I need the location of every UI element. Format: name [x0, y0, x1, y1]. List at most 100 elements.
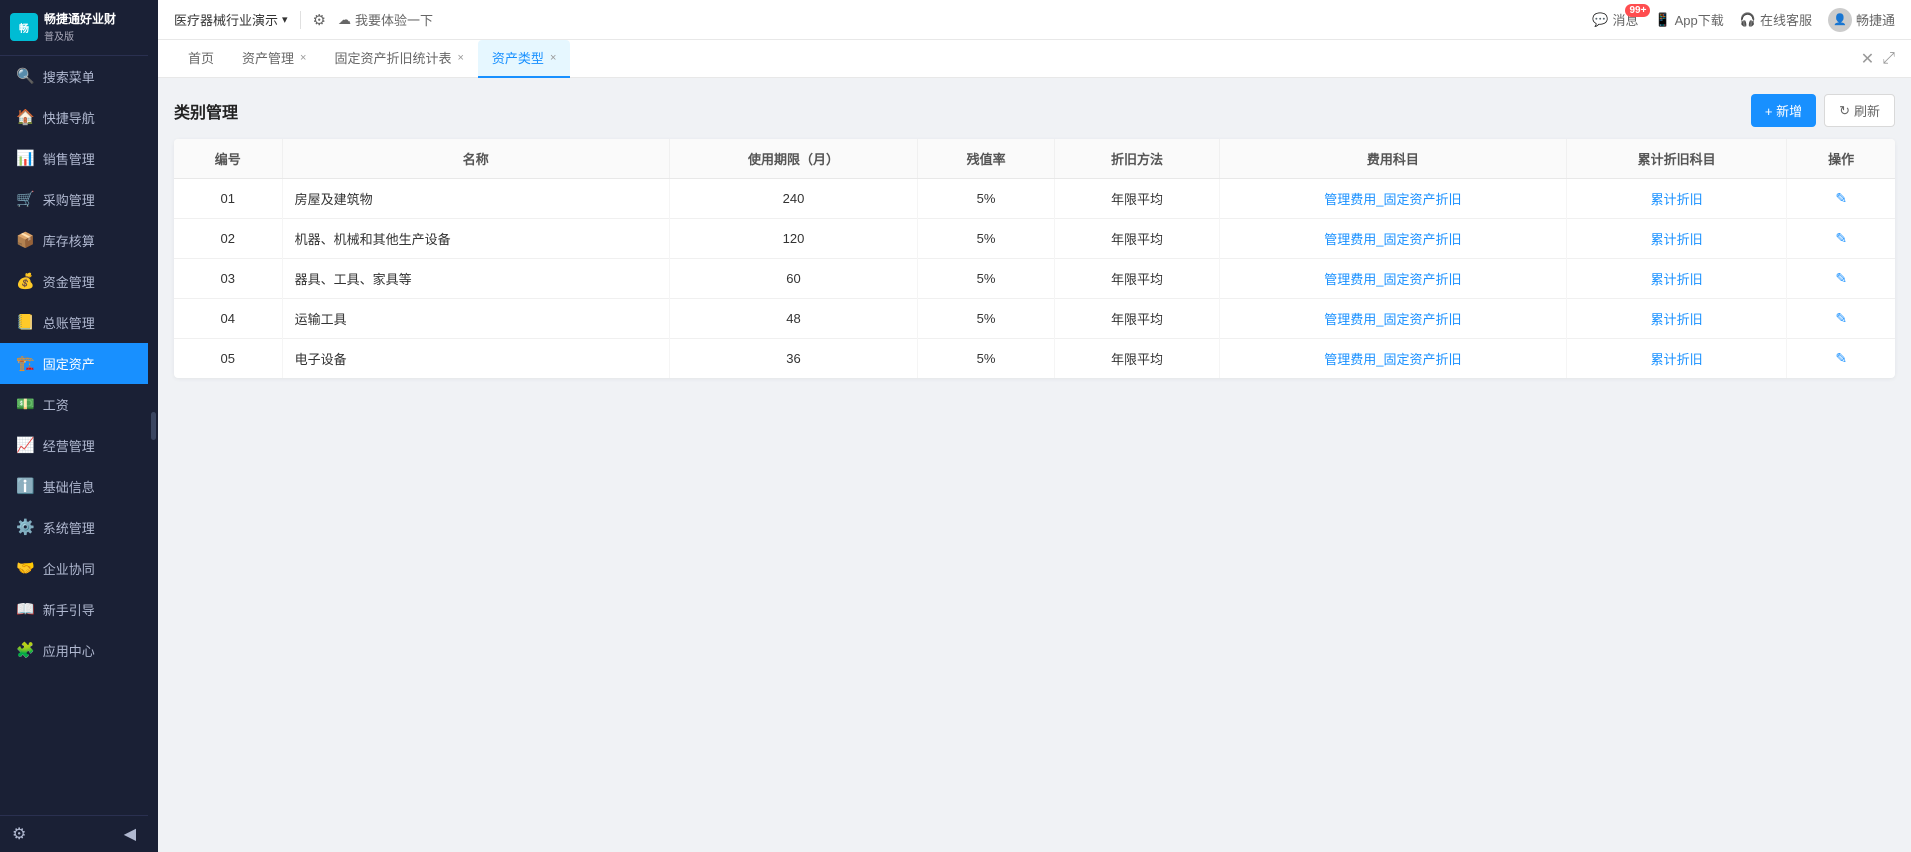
cell-code: 03 [174, 259, 282, 299]
sidebar-item-quick-nav[interactable]: 🏠快捷导航 [0, 97, 148, 138]
collapse-icon[interactable]: ◀ [124, 824, 136, 844]
sidebar-item-payroll[interactable]: 💵工资 [0, 384, 148, 425]
topbar-right: 💬 消息 99+ 📱 App下载 🎧 在线客服 👤 畅捷通 [1592, 8, 1895, 32]
cell-name: 器具、工具、家具等 [282, 259, 669, 299]
cell-action[interactable]: ✎ [1787, 299, 1895, 339]
experience-btn[interactable]: ☁ 我要体验一下 [338, 10, 433, 29]
new-btn[interactable]: + 新增 [1751, 94, 1816, 127]
cell-accumulated[interactable]: 累计折旧 [1566, 339, 1786, 379]
sidebar-item-label: 搜索菜单 [43, 67, 95, 86]
cell-expense[interactable]: 管理费用_固定资产折旧 [1219, 179, 1566, 219]
sidebar: 畅 畅捷通好业财 普及版 🔍搜索菜单🏠快捷导航📊销售管理🛒采购管理📦库存核算💰资… [0, 0, 148, 852]
tab-close-asset-manage[interactable]: × [300, 52, 306, 64]
tab-depreciation-table[interactable]: 固定资产折旧统计表× [320, 40, 477, 78]
company-selector[interactable]: 医疗器械行业演示 ▾ [174, 10, 288, 29]
guide-icon: 📖 [16, 600, 35, 618]
sidebar-item-search[interactable]: 🔍搜索菜单 [0, 56, 148, 97]
avatar: 👤 [1828, 8, 1852, 32]
tab-home[interactable]: 首页 [174, 40, 228, 78]
close-tab-btn[interactable]: ✕ [1861, 49, 1874, 69]
sidebar-item-app-center[interactable]: 🧩应用中心 [0, 630, 148, 671]
cell-method: 年限平均 [1055, 259, 1220, 299]
cell-action[interactable]: ✎ [1787, 339, 1895, 379]
table-header-cell: 费用科目 [1219, 139, 1566, 179]
sidebar-item-purchase[interactable]: 🛒采购管理 [0, 179, 148, 220]
online-service-btn[interactable]: 🎧 在线客服 [1740, 10, 1812, 29]
cell-residual: 5% [918, 339, 1055, 379]
sidebar-logo: 畅 [10, 13, 38, 41]
main-area: 医疗器械行业演示 ▾ ⚙ ☁ 我要体验一下 💬 消息 99+ 📱 App下载 🎧… [158, 0, 1911, 852]
tab-asset-type[interactable]: 资产类型× [478, 40, 570, 78]
user-menu[interactable]: 👤 畅捷通 [1828, 8, 1895, 32]
cell-accumulated[interactable]: 累计折旧 [1566, 219, 1786, 259]
cell-accumulated[interactable]: 累计折旧 [1566, 299, 1786, 339]
sidebar-item-enterprise[interactable]: 🤝企业协同 [0, 548, 148, 589]
sidebar-item-basic-info[interactable]: ℹ️基础信息 [0, 466, 148, 507]
cell-expense[interactable]: 管理费用_固定资产折旧 [1219, 299, 1566, 339]
cell-accumulated[interactable]: 累计折旧 [1566, 179, 1786, 219]
system-icon: ⚙️ [16, 518, 35, 536]
refresh-btn[interactable]: ↻ 刷新 [1824, 94, 1895, 127]
cell-name: 运输工具 [282, 299, 669, 339]
app-download-btn[interactable]: 📱 App下载 [1654, 10, 1723, 29]
table-wrap: 编号名称使用期限（月）残值率折旧方法费用科目累计折旧科目操作 01 房屋及建筑物… [174, 139, 1895, 378]
sidebar-item-fixed-assets[interactable]: 🏗️固定资产 [0, 343, 148, 384]
table-header-cell: 名称 [282, 139, 669, 179]
sidebar-item-label: 经营管理 [43, 436, 95, 455]
tab-asset-manage[interactable]: 资产管理 × [228, 40, 320, 78]
sidebar-item-operations[interactable]: 📈 经营管理 [0, 425, 148, 466]
cell-name: 电子设备 [282, 339, 669, 379]
basic-info-icon: ℹ️ [16, 477, 35, 495]
maximize-tab-btn[interactable]: ⤢ [1882, 50, 1895, 68]
settings-icon[interactable]: ⚙ [12, 824, 26, 844]
sidebar-item-label: 固定资产 [43, 354, 95, 373]
sidebar-item-capital[interactable]: 💰资金管理 [0, 261, 148, 302]
cell-accumulated[interactable]: 累计折旧 [1566, 259, 1786, 299]
cell-period: 48 [669, 299, 917, 339]
table-header-cell: 累计折旧科目 [1566, 139, 1786, 179]
cloud-icon: ☁ [338, 12, 351, 28]
tab-label: 首页 [188, 48, 214, 67]
page-header: 类别管理 + 新增 ↻ 刷新 [174, 94, 1895, 127]
sidebar-subtitle: 普及版 [44, 28, 116, 43]
cell-residual: 5% [918, 299, 1055, 339]
cell-period: 120 [669, 219, 917, 259]
operations-icon: 📈 [16, 436, 35, 454]
sidebar-header: 畅 畅捷通好业财 普及版 [0, 0, 148, 56]
table-header-cell: 折旧方法 [1055, 139, 1220, 179]
inventory-icon: 📦 [16, 231, 35, 249]
main-content: 类别管理 + 新增 ↻ 刷新 编号名称使用期限（月）残值率折旧方法费用科目累计折… [158, 78, 1911, 852]
table-row: 02 机器、机械和其他生产设备 120 5% 年限平均 管理费用_固定资产折旧 … [174, 219, 1895, 259]
sidebar-item-guide[interactable]: 📖新手引导 [0, 589, 148, 630]
sidebar-nav: 🔍搜索菜单🏠快捷导航📊销售管理🛒采购管理📦库存核算💰资金管理📒总账管理🏗️固定资… [0, 56, 148, 815]
table-row: 03 器具、工具、家具等 60 5% 年限平均 管理费用_固定资产折旧 累计折旧… [174, 259, 1895, 299]
cell-residual: 5% [918, 259, 1055, 299]
sidebar-scrollbar[interactable] [148, 0, 158, 852]
topbar: 医疗器械行业演示 ▾ ⚙ ☁ 我要体验一下 💬 消息 99+ 📱 App下载 🎧… [158, 0, 1911, 40]
message-btn[interactable]: 💬 消息 99+ [1592, 10, 1638, 29]
sidebar-item-inventory[interactable]: 📦库存核算 [0, 220, 148, 261]
table-header-row: 编号名称使用期限（月）残值率折旧方法费用科目累计折旧科目操作 [174, 139, 1895, 179]
cell-expense[interactable]: 管理费用_固定资产折旧 [1219, 259, 1566, 299]
cell-name: 房屋及建筑物 [282, 179, 669, 219]
table-header-cell: 编号 [174, 139, 282, 179]
headset-icon: 🎧 [1740, 12, 1756, 28]
cell-action[interactable]: ✎ [1787, 179, 1895, 219]
sidebar-item-ledger[interactable]: 📒总账管理 [0, 302, 148, 343]
gear-icon[interactable]: ⚙ [313, 11, 326, 29]
tab-close-asset-type[interactable]: × [550, 52, 556, 64]
tab-label: 资产管理 [242, 48, 294, 67]
cell-action[interactable]: ✎ [1787, 219, 1895, 259]
sidebar-item-label: 资金管理 [43, 272, 95, 291]
cell-expense[interactable]: 管理费用_固定资产折旧 [1219, 219, 1566, 259]
sidebar-item-system[interactable]: ⚙️系统管理 [0, 507, 148, 548]
cell-expense[interactable]: 管理费用_固定资产折旧 [1219, 339, 1566, 379]
table-body: 01 房屋及建筑物 240 5% 年限平均 管理费用_固定资产折旧 累计折旧 ✎… [174, 179, 1895, 379]
app-center-icon: 🧩 [16, 641, 35, 659]
table-header-cell: 操作 [1787, 139, 1895, 179]
table-head: 编号名称使用期限（月）残值率折旧方法费用科目累计折旧科目操作 [174, 139, 1895, 179]
username: 畅捷通 [1856, 10, 1895, 29]
tab-close-depreciation-table[interactable]: × [457, 52, 463, 64]
sidebar-item-sales[interactable]: 📊销售管理 [0, 138, 148, 179]
cell-action[interactable]: ✎ [1787, 259, 1895, 299]
